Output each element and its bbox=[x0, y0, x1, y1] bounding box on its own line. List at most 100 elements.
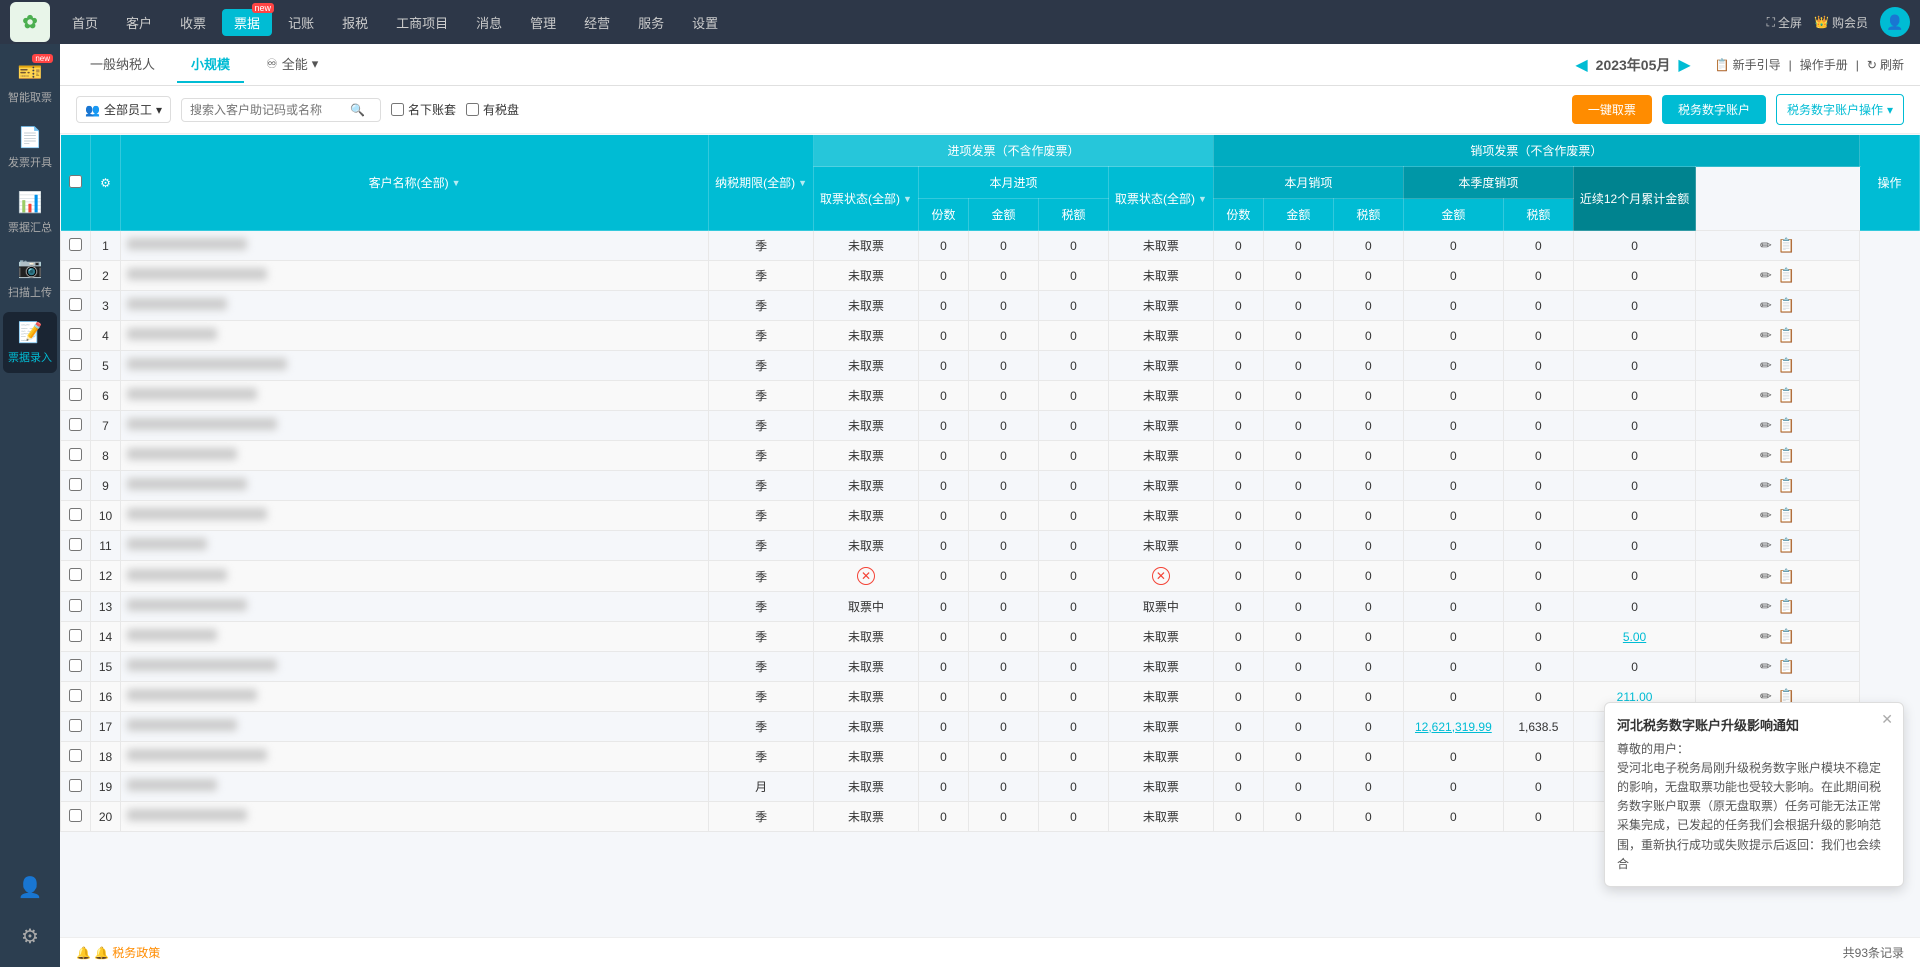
row-checkbox[interactable] bbox=[69, 478, 82, 491]
edit-icon[interactable]: ✏ bbox=[1760, 357, 1772, 374]
row-checkbox[interactable] bbox=[69, 538, 82, 551]
sidebar-item-scan-upload[interactable]: 📷 扫描上传 bbox=[3, 247, 57, 308]
row-checkbox-cell[interactable] bbox=[61, 712, 91, 742]
nav-business[interactable]: 工商项目 bbox=[384, 9, 460, 36]
edit-icon[interactable]: ✏ bbox=[1760, 267, 1772, 284]
row-checkbox[interactable] bbox=[69, 779, 82, 792]
copy-icon[interactable]: 📋 bbox=[1778, 417, 1795, 434]
edit-icon[interactable]: ✏ bbox=[1760, 628, 1772, 645]
nav-tax[interactable]: 报税 bbox=[330, 9, 380, 36]
refresh-button[interactable]: ↻ 刷新 bbox=[1867, 56, 1904, 73]
user-avatar[interactable]: 👤 bbox=[1880, 7, 1910, 37]
row-checkbox-cell[interactable] bbox=[61, 742, 91, 772]
column-settings-icon[interactable]: ⚙ bbox=[100, 176, 111, 190]
row-checkbox-cell[interactable] bbox=[61, 231, 91, 261]
row-checkbox[interactable] bbox=[69, 298, 82, 311]
row-checkbox[interactable] bbox=[69, 388, 82, 401]
tab-general-taxpayer[interactable]: 一般纳税人 bbox=[76, 46, 169, 83]
sub-account-checkbox[interactable] bbox=[391, 103, 404, 116]
row-checkbox-cell[interactable] bbox=[61, 381, 91, 411]
new-guide-link[interactable]: 📋 新手引导 bbox=[1715, 56, 1781, 73]
row-checkbox-cell[interactable] bbox=[61, 291, 91, 321]
row-checkbox[interactable] bbox=[69, 629, 82, 642]
row-checkbox[interactable] bbox=[69, 418, 82, 431]
edit-icon[interactable]: ✏ bbox=[1760, 507, 1772, 524]
nav-message[interactable]: 消息 bbox=[464, 9, 514, 36]
row-checkbox-cell[interactable] bbox=[61, 682, 91, 712]
nav-client[interactable]: 客户 bbox=[114, 9, 164, 36]
cumulative-value[interactable]: 5.00 bbox=[1623, 630, 1646, 644]
edit-icon[interactable]: ✏ bbox=[1760, 537, 1772, 554]
row-checkbox[interactable] bbox=[69, 448, 82, 461]
tab-small-scale[interactable]: 小规模 bbox=[177, 46, 244, 83]
copy-icon[interactable]: 📋 bbox=[1778, 537, 1795, 554]
edit-icon[interactable]: ✏ bbox=[1760, 417, 1772, 434]
vip-button[interactable]: 👑 购会员 bbox=[1814, 14, 1868, 31]
edit-icon[interactable]: ✏ bbox=[1760, 447, 1772, 464]
nav-operation[interactable]: 经营 bbox=[572, 9, 622, 36]
prev-month-button[interactable]: ◀ bbox=[1575, 55, 1587, 75]
sidebar-item-invoice-open[interactable]: 📄 发票开具 bbox=[3, 117, 57, 178]
edit-icon[interactable]: ✏ bbox=[1760, 327, 1772, 344]
copy-icon[interactable]: 📋 bbox=[1778, 628, 1795, 645]
edit-icon[interactable]: ✏ bbox=[1760, 658, 1772, 675]
copy-icon[interactable]: 📋 bbox=[1778, 327, 1795, 344]
copy-icon[interactable]: 📋 bbox=[1778, 387, 1795, 404]
sidebar-settings-button[interactable]: ⚙ bbox=[3, 916, 57, 957]
copy-icon[interactable]: 📋 bbox=[1778, 237, 1795, 254]
row-checkbox-cell[interactable] bbox=[61, 351, 91, 381]
tax-disk-checkbox[interactable] bbox=[466, 103, 479, 116]
row-checkbox[interactable] bbox=[69, 659, 82, 672]
row-checkbox[interactable] bbox=[69, 719, 82, 732]
edit-icon[interactable]: ✏ bbox=[1760, 387, 1772, 404]
row-checkbox-cell[interactable] bbox=[61, 802, 91, 832]
notification-close-button[interactable]: ✕ bbox=[1881, 711, 1893, 728]
row-checkbox-cell[interactable] bbox=[61, 261, 91, 291]
checkbox-sub-account[interactable]: 名下账套 bbox=[391, 101, 456, 118]
fullscreen-button[interactable]: ⛶ 全屏 bbox=[1767, 14, 1802, 31]
search-input[interactable] bbox=[190, 103, 350, 117]
row-checkbox[interactable] bbox=[69, 268, 82, 281]
row-checkbox[interactable] bbox=[69, 238, 82, 251]
edit-icon[interactable]: ✏ bbox=[1760, 297, 1772, 314]
nav-service[interactable]: 服务 bbox=[626, 9, 676, 36]
copy-icon[interactable]: 📋 bbox=[1778, 447, 1795, 464]
sidebar-item-invoice-entry[interactable]: 📝 票据录入 bbox=[3, 312, 57, 373]
row-checkbox[interactable] bbox=[69, 809, 82, 822]
manual-link[interactable]: 操作手册 bbox=[1800, 56, 1848, 73]
sidebar-user-button[interactable]: 👤 bbox=[3, 867, 57, 908]
nav-receive[interactable]: 收票 bbox=[168, 9, 218, 36]
row-checkbox-cell[interactable] bbox=[61, 471, 91, 501]
employee-select[interactable]: 👥 全部员工 ▾ bbox=[76, 96, 171, 123]
row-checkbox-cell[interactable] bbox=[61, 411, 91, 441]
tax-policy-link[interactable]: 🔔 🔔 税务政策 bbox=[76, 944, 160, 961]
edit-icon[interactable]: ✏ bbox=[1760, 598, 1772, 615]
nav-settings[interactable]: 设置 bbox=[680, 9, 730, 36]
row-checkbox-cell[interactable] bbox=[61, 561, 91, 592]
digital-account-button[interactable]: 税务数字账户 bbox=[1662, 95, 1766, 124]
sidebar-item-smart-ticket[interactable]: new 🎫 智能取票 bbox=[3, 52, 57, 113]
row-checkbox-cell[interactable] bbox=[61, 772, 91, 802]
row-checkbox[interactable] bbox=[69, 328, 82, 341]
sidebar-item-invoice-summary[interactable]: 📊 票据汇总 bbox=[3, 182, 57, 243]
nav-invoice[interactable]: 票据 new bbox=[222, 9, 272, 36]
row-checkbox[interactable] bbox=[69, 599, 82, 612]
copy-icon[interactable]: 📋 bbox=[1778, 267, 1795, 284]
next-month-button[interactable]: ▶ bbox=[1678, 55, 1690, 75]
row-checkbox-cell[interactable] bbox=[61, 321, 91, 351]
row-checkbox[interactable] bbox=[69, 689, 82, 702]
row-checkbox[interactable] bbox=[69, 568, 82, 581]
copy-icon[interactable]: 📋 bbox=[1778, 357, 1795, 374]
tab-all-capacity[interactable]: ♾ 全能 ▾ bbox=[252, 46, 332, 83]
row-checkbox[interactable] bbox=[69, 508, 82, 521]
row-checkbox-cell[interactable] bbox=[61, 501, 91, 531]
copy-icon[interactable]: 📋 bbox=[1778, 598, 1795, 615]
copy-icon[interactable]: 📋 bbox=[1778, 658, 1795, 675]
row-checkbox[interactable] bbox=[69, 358, 82, 371]
copy-icon[interactable]: 📋 bbox=[1778, 568, 1795, 585]
row-checkbox[interactable] bbox=[69, 749, 82, 762]
one-click-fetch-button[interactable]: 一键取票 bbox=[1572, 95, 1652, 124]
edit-icon[interactable]: ✏ bbox=[1760, 568, 1772, 585]
row-checkbox-cell[interactable] bbox=[61, 652, 91, 682]
copy-icon[interactable]: 📋 bbox=[1778, 297, 1795, 314]
